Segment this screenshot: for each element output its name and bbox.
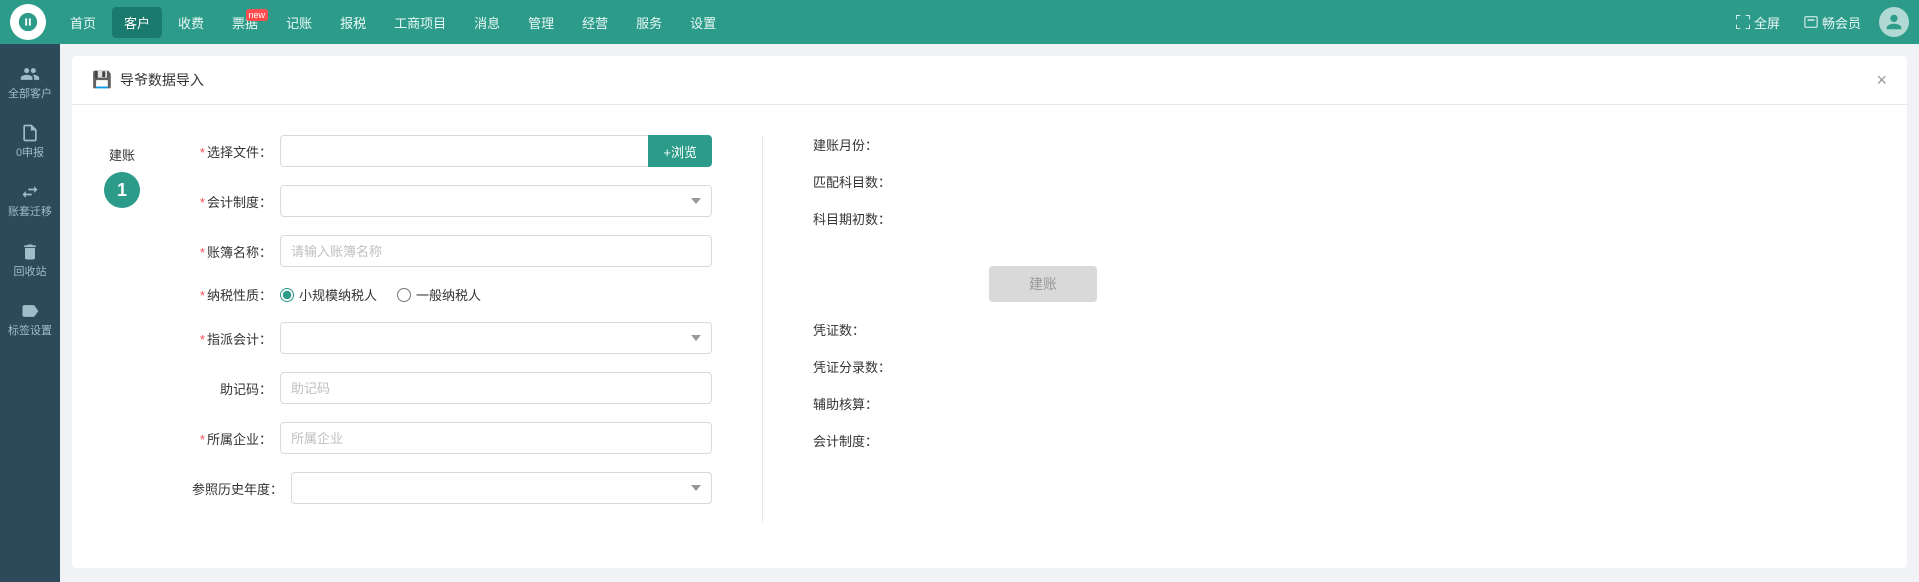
sidebar-item-transfer[interactable]: 账套迁移: [0, 172, 60, 227]
file-input-group: +浏览: [280, 135, 712, 167]
sidebar-item-tag[interactable]: 标签设置: [0, 291, 60, 346]
sidebar-item-all-customers-label: 全部客户: [8, 88, 52, 101]
right-form: 建账月份： 匹配科目数： 科目期初数： 建账: [813, 135, 1273, 522]
voucher-records-label: 凭证分录数：: [813, 357, 891, 376]
tax-general-radio[interactable]: 一般纳税人: [397, 285, 481, 304]
member-label: 畅会员: [1822, 13, 1861, 32]
voucher-value: [873, 324, 1273, 336]
voucher-records-value: [899, 361, 1273, 373]
aux-label: 辅助核算：: [813, 394, 878, 413]
member-btn[interactable]: 畅会员: [1798, 9, 1867, 36]
accountant-row: *指派会计：: [192, 322, 712, 354]
close-button[interactable]: ×: [1876, 70, 1887, 91]
new-badge: new: [246, 9, 269, 21]
match-value: [899, 176, 1273, 188]
aux-row: 辅助核算：: [813, 394, 1273, 413]
file-label: *选择文件：: [192, 142, 272, 161]
sidebar-item-recycle-label: 回收站: [14, 266, 47, 279]
accounting-system-value: [886, 435, 1273, 447]
nav-item-operation[interactable]: 经营: [570, 7, 620, 38]
assistant-label: 助记码：: [192, 379, 272, 398]
nav-item-manage[interactable]: 管理: [516, 7, 566, 38]
step-label: 建账: [109, 145, 135, 164]
accounting-system-row: 会计制度：: [813, 431, 1273, 450]
file-text-input[interactable]: [280, 135, 648, 167]
match-label: 匹配科目数：: [813, 172, 891, 191]
assistant-row: 助记码：: [192, 372, 712, 404]
history-row: 参照历史年度：: [192, 472, 712, 504]
voucher-row: 凭证数：: [813, 320, 1273, 339]
sidebar-item-tag-label: 标签设置: [8, 325, 52, 338]
nav-item-business[interactable]: 工商项目: [382, 7, 458, 38]
left-form: *选择文件： +浏览 *会计制度：: [192, 135, 712, 522]
accounting-row: *会计制度：: [192, 185, 712, 217]
initial-value: [899, 213, 1273, 225]
accounting-label: *会计制度：: [192, 192, 272, 211]
sidebar: 全部客户 0申报 账套迁移 回收站 标签设置: [0, 44, 60, 582]
voucher-records-row: 凭证分录数：: [813, 357, 1273, 376]
nav-item-home[interactable]: 首页: [58, 7, 108, 38]
nav-item-bookkeeping[interactable]: 记账: [274, 7, 324, 38]
company-input[interactable]: [280, 422, 712, 454]
month-label: 建账月份：: [813, 135, 878, 154]
company-label: *所属企业：: [192, 429, 272, 448]
step-circle: 1: [104, 172, 140, 208]
page-header: 💾 导爷数据导入 ×: [72, 56, 1907, 105]
page-container: 💾 导爷数据导入 × 建账 1 *选择文: [72, 56, 1907, 568]
sidebar-item-zero-declare-label: 0申报: [16, 147, 44, 160]
nav-item-service[interactable]: 服务: [624, 7, 674, 38]
ledger-label: *账簿名称：: [192, 242, 272, 261]
nav-item-tax[interactable]: 报税: [328, 7, 378, 38]
match-row: 匹配科目数：: [813, 172, 1273, 191]
fullscreen-btn[interactable]: 全屏: [1730, 9, 1786, 36]
file-row: *选择文件： +浏览: [192, 135, 712, 167]
initial-row: 科目期初数：: [813, 209, 1273, 228]
nav-right: 全屏 畅会员: [1730, 7, 1909, 37]
initial-label: 科目期初数：: [813, 209, 891, 228]
content-area: 💾 导爷数据导入 × 建账 1 *选择文: [60, 44, 1919, 582]
tax-small-radio[interactable]: 小规模纳税人: [280, 285, 377, 304]
sidebar-item-zero-declare[interactable]: 0申报: [0, 113, 60, 168]
month-row: 建账月份：: [813, 135, 1273, 154]
step-section: 建账 1: [92, 135, 152, 522]
accountant-label: *指派会计：: [192, 329, 272, 348]
divider: [762, 135, 763, 522]
ledger-input[interactable]: [280, 235, 712, 267]
ledger-row: *账簿名称：: [192, 235, 712, 267]
month-value: [886, 139, 1273, 151]
history-label: 参照历史年度：: [192, 479, 283, 498]
nav-item-ticket[interactable]: 票据 new: [220, 7, 270, 38]
accounting-select[interactable]: [280, 185, 712, 217]
form-area: 建账 1 *选择文件： +浏览: [72, 105, 1907, 542]
avatar[interactable]: [1879, 7, 1909, 37]
tax-row: *纳税性质： 小规模纳税人 一般纳税人: [192, 285, 712, 304]
fullscreen-label: 全屏: [1754, 13, 1780, 32]
top-nav: 首页 客户 收费 票据 new 记账 报税 工商项目 消息 管理 经营 服务 设…: [0, 0, 1919, 44]
aux-value: [886, 398, 1273, 410]
page-title: 导爷数据导入: [120, 70, 204, 90]
tax-label: *纳税性质：: [192, 285, 272, 304]
nav-item-message[interactable]: 消息: [462, 7, 512, 38]
logo[interactable]: [10, 4, 46, 40]
nav-item-customer[interactable]: 客户: [112, 7, 162, 38]
tax-radio-group: 小规模纳税人 一般纳税人: [280, 285, 712, 304]
header-icon: 💾: [92, 70, 112, 90]
accounting-system-label: 会计制度：: [813, 431, 878, 450]
voucher-label: 凭证数：: [813, 320, 865, 339]
browse-button[interactable]: +浏览: [648, 135, 712, 167]
history-select[interactable]: [291, 472, 712, 504]
accountant-select[interactable]: [280, 322, 712, 354]
build-account-button[interactable]: 建账: [989, 266, 1097, 302]
sidebar-item-recycle[interactable]: 回收站: [0, 232, 60, 287]
sidebar-item-transfer-label: 账套迁移: [8, 206, 52, 219]
assistant-input[interactable]: [280, 372, 712, 404]
nav-item-settings[interactable]: 设置: [678, 7, 728, 38]
main-layout: 全部客户 0申报 账套迁移 回收站 标签设置: [0, 44, 1919, 582]
sidebar-item-all-customers[interactable]: 全部客户: [0, 54, 60, 109]
nav-item-fee[interactable]: 收费: [166, 7, 216, 38]
company-row: *所属企业：: [192, 422, 712, 454]
